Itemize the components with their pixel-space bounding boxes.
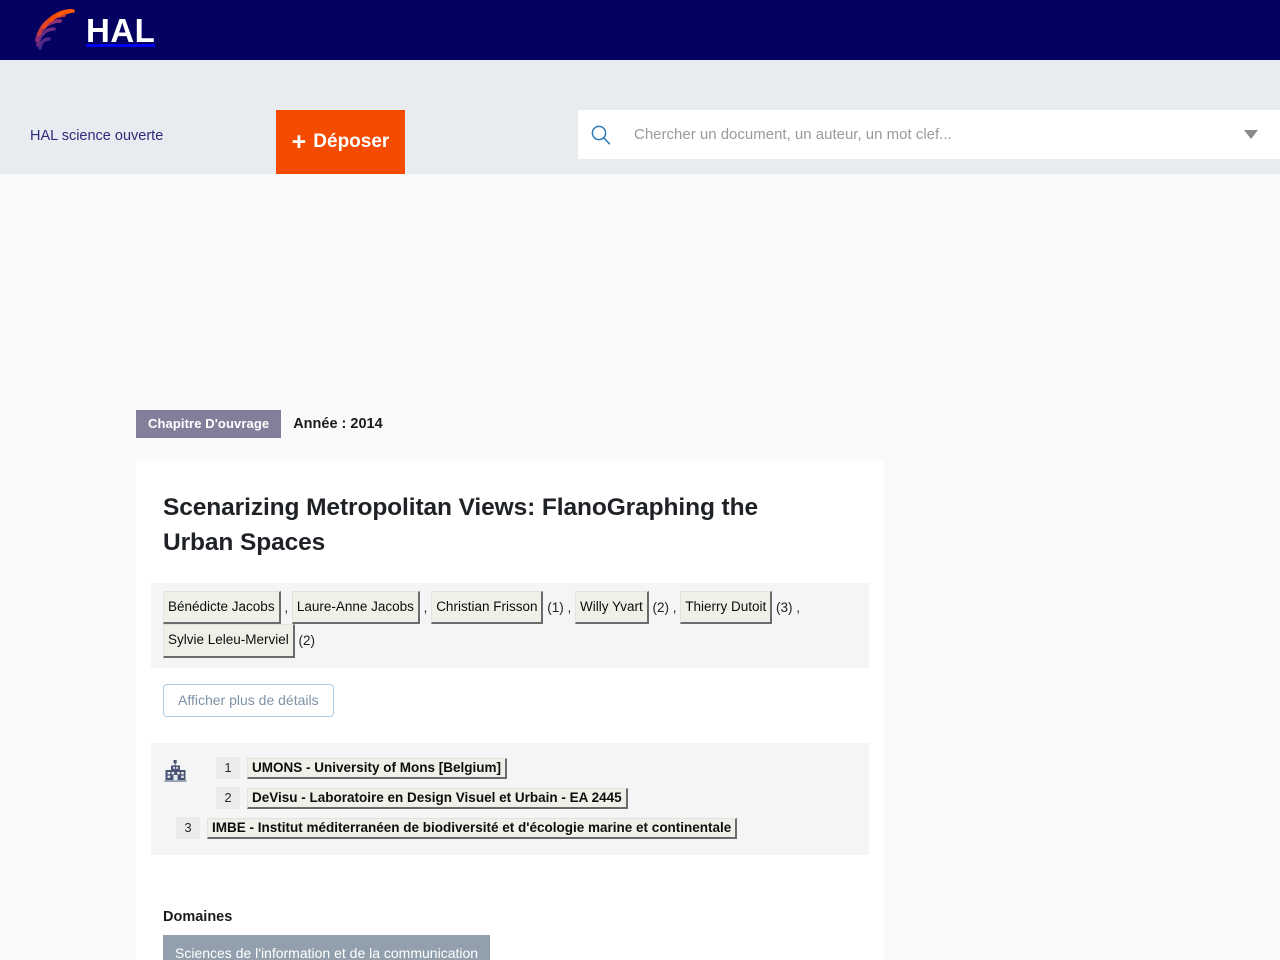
hal-logo-text: HAL: [86, 11, 156, 49]
author-button[interactable]: Willy Yvart: [574, 590, 649, 625]
affiliation-button[interactable]: DeVisu - Laboratoire en Design Visuel et…: [247, 787, 628, 809]
hal-logo-link[interactable]: HAL: [30, 8, 155, 52]
affiliation-rows: 1 UMONS - University of Mons [Belgium] 2 De…: [176, 757, 857, 840]
affiliation-row: 2 DeVisu - Laboratoire en Design Visuel e…: [216, 787, 857, 810]
author-affiliation-ref: (2): [648, 599, 670, 615]
author-separator: ,: [280, 599, 292, 615]
author-separator: ,: [669, 599, 681, 615]
authors-list: Bénédicte Jacobs , Laure-Anne Jacobs , C…: [151, 582, 869, 669]
document-type-badge: Chapitre D'ouvrage: [136, 410, 282, 438]
hal-swoosh-logo-icon: [35, 9, 75, 50]
affiliation-button[interactable]: UMONS - University of Mons [Belgium]: [247, 757, 508, 779]
search-icon: [591, 125, 611, 145]
deposer-label: Déposer: [313, 131, 390, 152]
hal-science-ouverte-link[interactable]: HAL science ouverte: [30, 128, 163, 144]
author-button[interactable]: Bénédicte Jacobs: [163, 590, 281, 625]
publication-year: Année : 2014: [293, 416, 383, 432]
search-input[interactable]: [612, 126, 1244, 143]
author-affiliation-ref: (3): [772, 599, 793, 615]
page-content: Chapitre D'ouvrage Année : 2014 Scenariz…: [0, 174, 1280, 960]
domain-tag[interactable]: Sciences de l'information et de la commu…: [163, 935, 491, 960]
author-button[interactable]: Thierry Dutoit: [680, 590, 773, 625]
affiliation-row: 3 IMBE - Institut méditerranéen de biodiv…: [176, 817, 857, 840]
affiliation-number: 1: [216, 757, 240, 780]
institution-building-icon: [164, 760, 187, 783]
show-more-details-button[interactable]: Afficher plus de détails: [163, 684, 334, 718]
document-meta-header: Chapitre D'ouvrage Année : 2014: [136, 410, 383, 438]
affiliation-number: 2: [216, 787, 240, 810]
domain-tags: Sciences de l'information et de la commu…: [163, 935, 857, 960]
author-button[interactable]: Laure-Anne Jacobs: [291, 590, 420, 625]
deposer-button[interactable]: + Déposer: [276, 110, 405, 174]
author-button[interactable]: Christian Frisson: [431, 590, 544, 625]
author-affiliation-ref: (1): [543, 599, 564, 615]
domains-heading: Domaines: [163, 909, 233, 926]
document-card: Scenarizing Metropolitan Views: FlanoGra…: [136, 461, 884, 960]
chevron-down-icon[interactable]: [1244, 130, 1258, 139]
author-affiliation-ref: (2): [294, 633, 316, 649]
search-bar[interactable]: [578, 110, 1280, 159]
author-separator: ,: [792, 599, 801, 615]
affiliation-row: 1 UMONS - University of Mons [Belgium]: [216, 757, 857, 780]
page-title: Scenarizing Metropolitan Views: FlanoGra…: [163, 494, 758, 556]
affiliation-button[interactable]: IMBE - Institut méditerranéen de biodive…: [207, 817, 738, 839]
author-separator: ,: [419, 599, 432, 615]
top-navigation-bar: HAL: [0, 0, 1280, 60]
affiliations-block: 1 UMONS - University of Mons [Belgium] 2 De…: [151, 743, 869, 856]
affiliation-number: 3: [176, 817, 200, 840]
author-button[interactable]: Sylvie Leleu-Merviel: [163, 624, 295, 659]
plus-icon: +: [291, 127, 307, 156]
author-separator: ,: [563, 599, 575, 615]
